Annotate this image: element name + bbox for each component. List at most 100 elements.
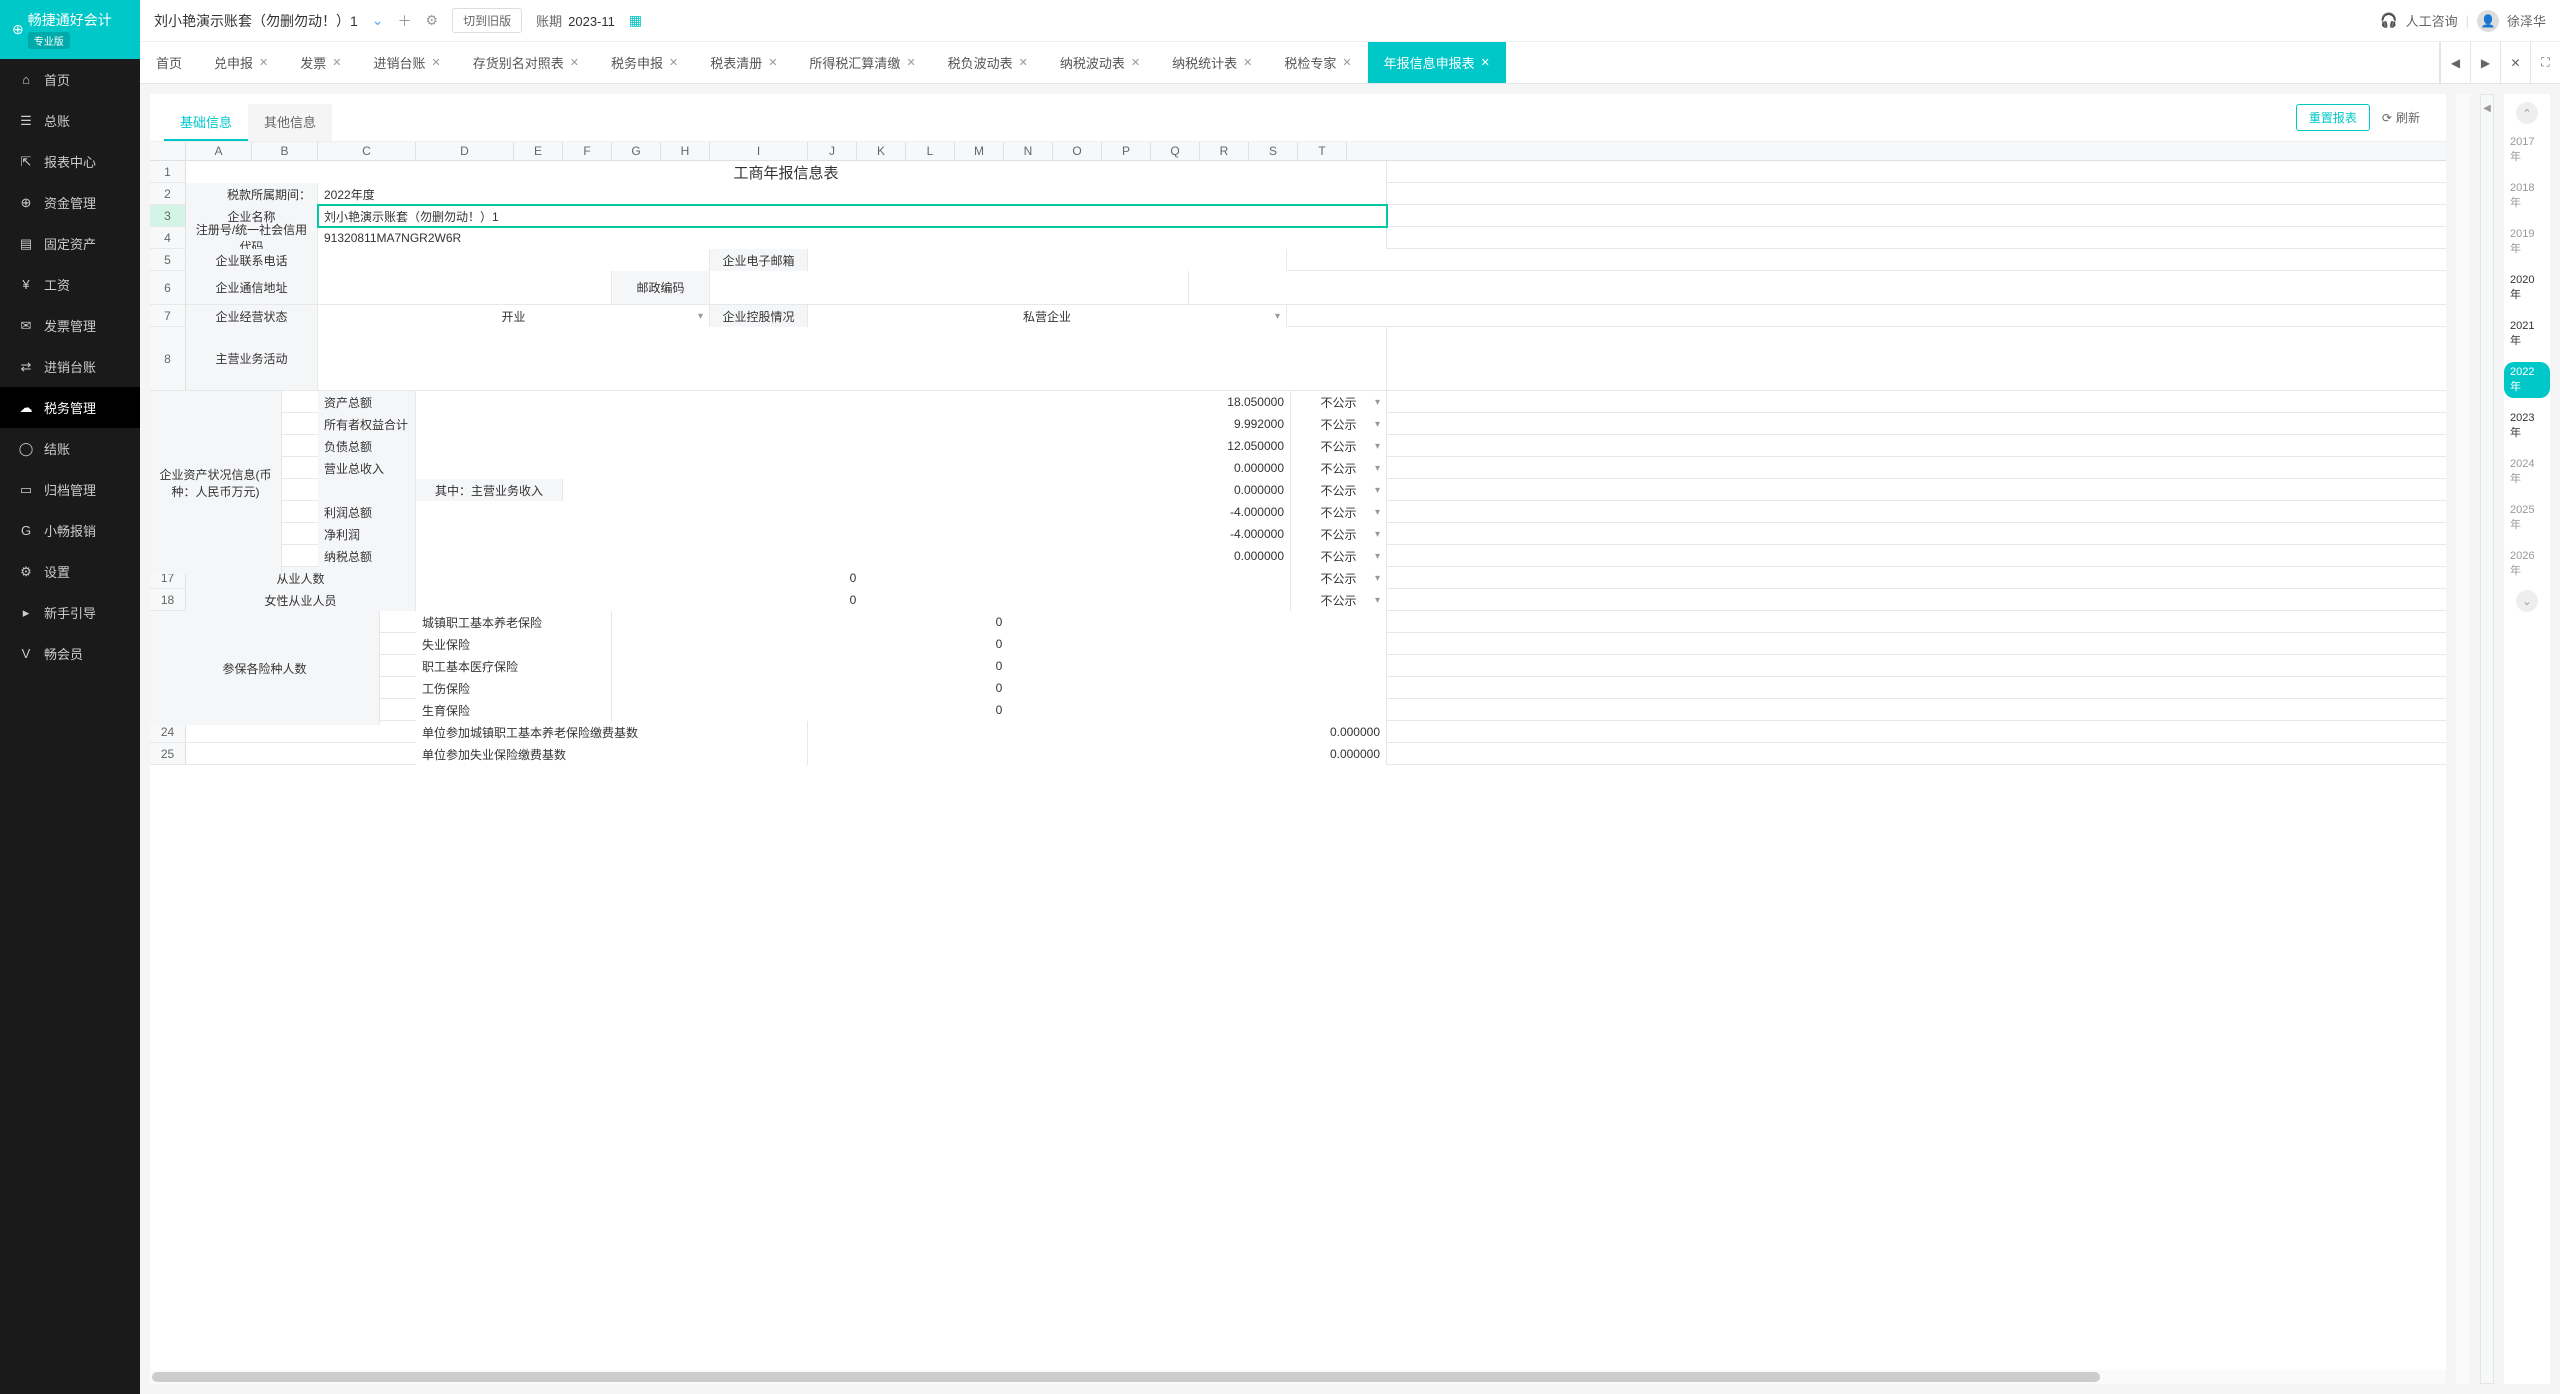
scrollbar-horizontal[interactable] [150, 1370, 2446, 1384]
cell[interactable]: 0 [612, 633, 1387, 655]
column-header[interactable]: L [906, 142, 955, 160]
avatar[interactable]: 👤 [2477, 10, 2499, 32]
year-item[interactable]: 2024年 [2504, 454, 2550, 490]
column-header[interactable]: H [661, 142, 710, 160]
cell[interactable]: 0.000000 [808, 721, 1387, 743]
column-header[interactable]: T [1298, 142, 1347, 160]
row-header[interactable]: 3 [150, 205, 186, 226]
row-header[interactable]: 4 [150, 227, 186, 248]
sidebar-item[interactable]: ▤固定资产 [0, 223, 140, 264]
row-header[interactable]: 25 [150, 743, 186, 764]
row-header[interactable]: 8 [150, 327, 186, 390]
cell[interactable]: 0.000000 [808, 743, 1387, 765]
sidebar-item[interactable]: ⌂首页 [0, 59, 140, 100]
tab[interactable]: 存货别名对照表✕ [457, 42, 595, 83]
select-cell[interactable]: 不公示 [1291, 545, 1387, 567]
cell[interactable]: 0.000000 [416, 457, 1291, 479]
close-icon[interactable]: ✕ [1019, 56, 1028, 69]
tab[interactable]: 税负波动表✕ [932, 42, 1044, 83]
column-header[interactable]: C [318, 142, 416, 160]
year-item[interactable]: 2019年 [2504, 224, 2550, 260]
cell[interactable]: 0.000000 [416, 545, 1291, 567]
tab[interactable]: 税务申报✕ [595, 42, 694, 83]
column-header[interactable]: K [857, 142, 906, 160]
cell[interactable]: 12.050000 [416, 435, 1291, 457]
tab[interactable]: 税检专家✕ [1268, 42, 1367, 83]
select-cell[interactable]: 不公示 [1291, 413, 1387, 435]
cell[interactable]: 0.000000 [563, 479, 1291, 501]
select-cell[interactable]: 开业 [318, 305, 710, 327]
cell[interactable] [318, 327, 1387, 390]
select-cell[interactable]: 不公示 [1291, 567, 1387, 589]
cell[interactable]: 0 [416, 567, 1291, 589]
row-header[interactable]: 7 [150, 305, 186, 326]
select-cell[interactable]: 不公示 [1291, 435, 1387, 457]
tab[interactable]: 纳税波动表✕ [1044, 42, 1156, 83]
select-cell[interactable]: 不公示 [1291, 501, 1387, 523]
sidebar-item[interactable]: ▸新手引导 [0, 592, 140, 633]
column-header[interactable]: N [1004, 142, 1053, 160]
cell[interactable]: 0 [416, 589, 1291, 611]
cell[interactable]: 0 [612, 611, 1387, 633]
close-icon[interactable]: ✕ [1131, 56, 1140, 69]
cell[interactable]: 91320811MA7NGR2W6R [318, 227, 1387, 249]
row-header[interactable]: 18 [150, 589, 186, 610]
select-cell[interactable]: 不公示 [1291, 479, 1387, 501]
gear-icon[interactable]: ⚙ [426, 12, 439, 29]
select-cell[interactable]: 不公示 [1291, 523, 1387, 545]
cell[interactable]: 18.050000 [416, 391, 1291, 413]
column-header[interactable]: M [955, 142, 1004, 160]
calendar-icon[interactable]: ▦ [629, 12, 642, 29]
sidebar-item[interactable]: ☰总账 [0, 100, 140, 141]
sidebar-item[interactable]: ✉发票管理 [0, 305, 140, 346]
cell[interactable] [318, 271, 612, 304]
close-icon[interactable]: ✕ [1342, 56, 1351, 69]
column-header[interactable]: J [808, 142, 857, 160]
close-icon[interactable]: ✕ [768, 56, 777, 69]
sidebar-item[interactable]: ⊕资金管理 [0, 182, 140, 223]
close-icon[interactable]: ✕ [669, 56, 678, 69]
year-collapse[interactable]: ◀ [2480, 94, 2494, 1384]
select-cell[interactable]: 不公示 [1291, 391, 1387, 413]
cell[interactable]: 0 [612, 655, 1387, 677]
cell[interactable]: 9.992000 [416, 413, 1291, 435]
year-item[interactable]: 2020年 [2504, 270, 2550, 306]
cell[interactable]: 2022年度 [318, 183, 1387, 205]
tabs-prev[interactable]: ◀ [2440, 42, 2470, 83]
tab[interactable]: 兑申报✕ [198, 42, 284, 83]
select-cell[interactable]: 不公示 [1291, 457, 1387, 479]
sidebar-item[interactable]: V畅会员 [0, 633, 140, 674]
column-header[interactable]: D [416, 142, 514, 160]
tab[interactable]: 进销台账✕ [357, 42, 456, 83]
fullscreen-icon[interactable]: ⛶ [2530, 42, 2560, 83]
year-down[interactable]: ⌄ [2516, 590, 2538, 612]
cell[interactable] [318, 249, 710, 271]
sidebar-item[interactable]: G小畅报销 [0, 510, 140, 551]
cell[interactable]: -4.000000 [416, 523, 1291, 545]
consult-link[interactable]: 人工咨询 [2406, 11, 2458, 30]
tab[interactable]: 首页 [140, 42, 198, 83]
tab[interactable]: 发票✕ [284, 42, 357, 83]
column-header[interactable]: E [514, 142, 563, 160]
row-header[interactable]: 2 [150, 183, 186, 204]
sidebar-item[interactable]: ⚙设置 [0, 551, 140, 592]
chevron-down-icon[interactable]: ⌄ [372, 12, 384, 29]
tabs-close-all[interactable]: ✕ [2500, 42, 2530, 83]
year-item[interactable]: 2017年 [2504, 132, 2550, 168]
sidebar-item[interactable]: ☁税务管理 [0, 387, 140, 428]
row-header[interactable]: 6 [150, 271, 186, 304]
tab[interactable]: 年报信息申报表✕ [1368, 42, 1506, 83]
close-icon[interactable]: ✕ [332, 56, 341, 69]
user-name[interactable]: 徐泽华 [2507, 11, 2546, 30]
cell[interactable]: -4.000000 [416, 501, 1291, 523]
year-item[interactable]: 2025年 [2504, 500, 2550, 536]
tab-other-info[interactable]: 其他信息 [248, 104, 332, 141]
year-up[interactable]: ⌃ [2516, 102, 2538, 124]
close-icon[interactable]: ✕ [1481, 56, 1490, 69]
sidebar-item[interactable]: ⇱报表中心 [0, 141, 140, 182]
year-item[interactable]: 2021年 [2504, 316, 2550, 352]
cell[interactable] [710, 271, 1189, 304]
refresh-button[interactable]: ⟳刷新 [2370, 105, 2432, 130]
tab[interactable]: 税表清册✕ [694, 42, 793, 83]
column-header[interactable]: S [1249, 142, 1298, 160]
